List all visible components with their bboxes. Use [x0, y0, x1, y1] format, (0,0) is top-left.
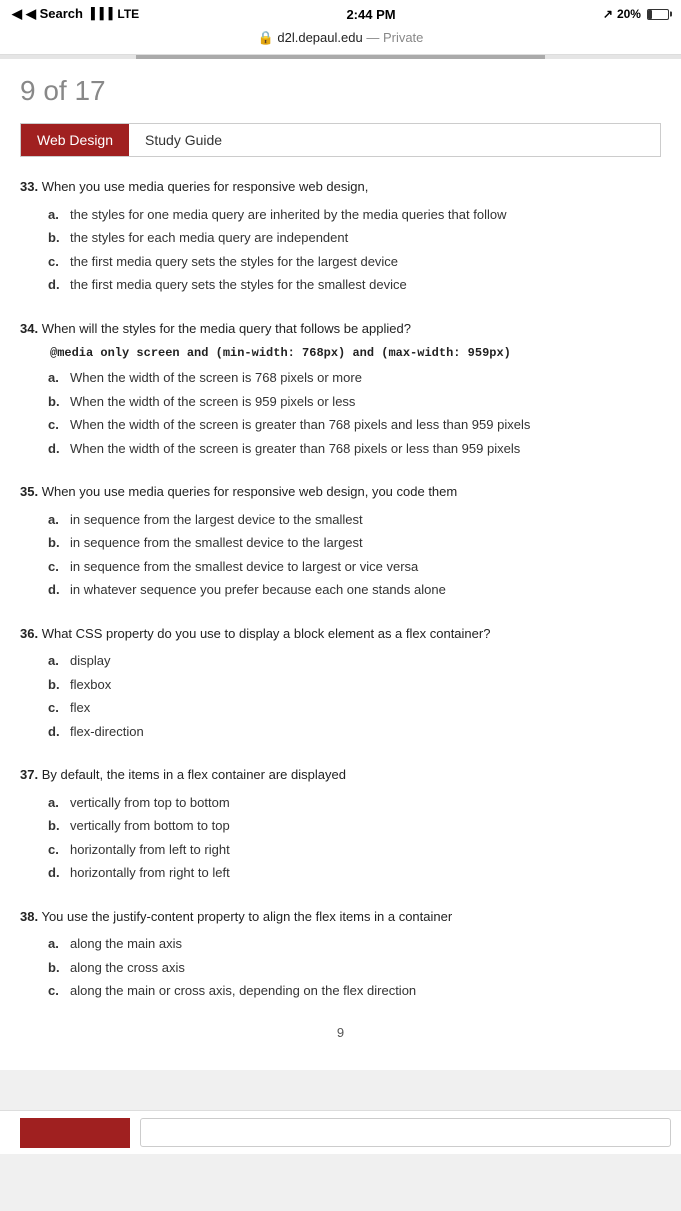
question-36-options: a. display b. flexbox c. flex d. flex-di… — [48, 651, 661, 741]
question-38-text: 38. You use the justify-content property… — [20, 907, 661, 927]
list-item: d. in whatever sequence you prefer becau… — [48, 580, 661, 600]
list-item: d. horizontally from right to left — [48, 863, 661, 883]
page-number: 9 — [20, 1025, 661, 1040]
back-arrow[interactable]: ◀ — [12, 6, 22, 22]
question-33-options: a. the styles for one media query are in… — [48, 205, 661, 295]
status-right: ↗ 20% — [603, 7, 669, 21]
list-item: d. the first media query sets the styles… — [48, 275, 661, 295]
list-item: a. in sequence from the largest device t… — [48, 510, 661, 530]
list-item: a. the styles for one media query are in… — [48, 205, 661, 225]
network-type: LTE — [117, 7, 139, 21]
status-left: ◀ ◀ Search ▐▐▐ LTE — [12, 6, 139, 22]
question-34: 34. When will the styles for the media q… — [20, 319, 661, 459]
list-item: a. along the main axis — [48, 934, 661, 954]
question-38-options: a. along the main axis b. along the cros… — [48, 934, 661, 1001]
page-indicator: 9 of 17 — [20, 75, 661, 107]
lock-icon: 🔒 — [258, 30, 274, 45]
bottom-input-field[interactable] — [140, 1118, 671, 1147]
list-item: c. in sequence from the smallest device … — [48, 557, 661, 577]
domain-name: d2l.depaul.edu — [277, 30, 362, 45]
list-item: c. flex — [48, 698, 661, 718]
location-icon: ↗ — [603, 7, 613, 21]
list-item: c. When the width of the screen is great… — [48, 415, 661, 435]
question-36: 36. What CSS property do you use to disp… — [20, 624, 661, 742]
question-33: 33. When you use media queries for respo… — [20, 177, 661, 295]
list-item: a. When the width of the screen is 768 p… — [48, 368, 661, 388]
question-37-text: 37. By default, the items in a flex cont… — [20, 765, 661, 785]
question-34-text: 34. When will the styles for the media q… — [20, 319, 661, 339]
list-item: a. display — [48, 651, 661, 671]
battery-icon — [647, 9, 669, 20]
list-item: b. vertically from bottom to top — [48, 816, 661, 836]
list-item: a. vertically from top to bottom — [48, 793, 661, 813]
tab-bar: Web Design Study Guide — [20, 123, 661, 157]
list-item: b. in sequence from the smallest device … — [48, 533, 661, 553]
question-35-options: a. in sequence from the largest device t… — [48, 510, 661, 600]
question-34-code: @media only screen and (min-width: 768px… — [50, 346, 661, 360]
status-bar: ◀ ◀ Search ▐▐▐ LTE 2:44 PM ↗ 20% — [0, 0, 681, 26]
bottom-active-tab[interactable] — [20, 1118, 130, 1148]
tab-web-design[interactable]: Web Design — [21, 124, 129, 156]
main-content: 9 of 17 Web Design Study Guide 33. When … — [0, 59, 681, 1070]
list-item: c. along the main or cross axis, dependi… — [48, 981, 661, 1001]
question-34-options: a. When the width of the screen is 768 p… — [48, 368, 661, 458]
questions-container: 33. When you use media queries for respo… — [20, 177, 661, 1001]
bottom-area — [0, 1070, 681, 1110]
battery-percent: 20% — [617, 7, 641, 21]
separator: — Private — [366, 30, 423, 45]
list-item: c. horizontally from left to right — [48, 840, 661, 860]
question-36-text: 36. What CSS property do you use to disp… — [20, 624, 661, 644]
app-name: ◀ Search — [26, 6, 83, 22]
question-37-options: a. vertically from top to bottom b. vert… — [48, 793, 661, 883]
question-33-text: 33. When you use media queries for respo… — [20, 177, 661, 197]
list-item: b. along the cross axis — [48, 958, 661, 978]
list-item: b. the styles for each media query are i… — [48, 228, 661, 248]
tab-study-guide[interactable]: Study Guide — [129, 124, 238, 156]
signal-bars: ▐▐▐ — [87, 8, 113, 20]
status-time: 2:44 PM — [346, 7, 395, 22]
address-bar[interactable]: 🔒 d2l.depaul.edu — Private — [0, 26, 681, 55]
question-37: 37. By default, the items in a flex cont… — [20, 765, 661, 883]
list-item: b. flexbox — [48, 675, 661, 695]
list-item: c. the first media query sets the styles… — [48, 252, 661, 272]
question-35-text: 35. When you use media queries for respo… — [20, 482, 661, 502]
question-38: 38. You use the justify-content property… — [20, 907, 661, 1001]
list-item: b. When the width of the screen is 959 p… — [48, 392, 661, 412]
list-item: d. When the width of the screen is great… — [48, 439, 661, 459]
list-item: d. flex-direction — [48, 722, 661, 742]
question-35: 35. When you use media queries for respo… — [20, 482, 661, 600]
bottom-partial-tab-bar — [0, 1110, 681, 1154]
